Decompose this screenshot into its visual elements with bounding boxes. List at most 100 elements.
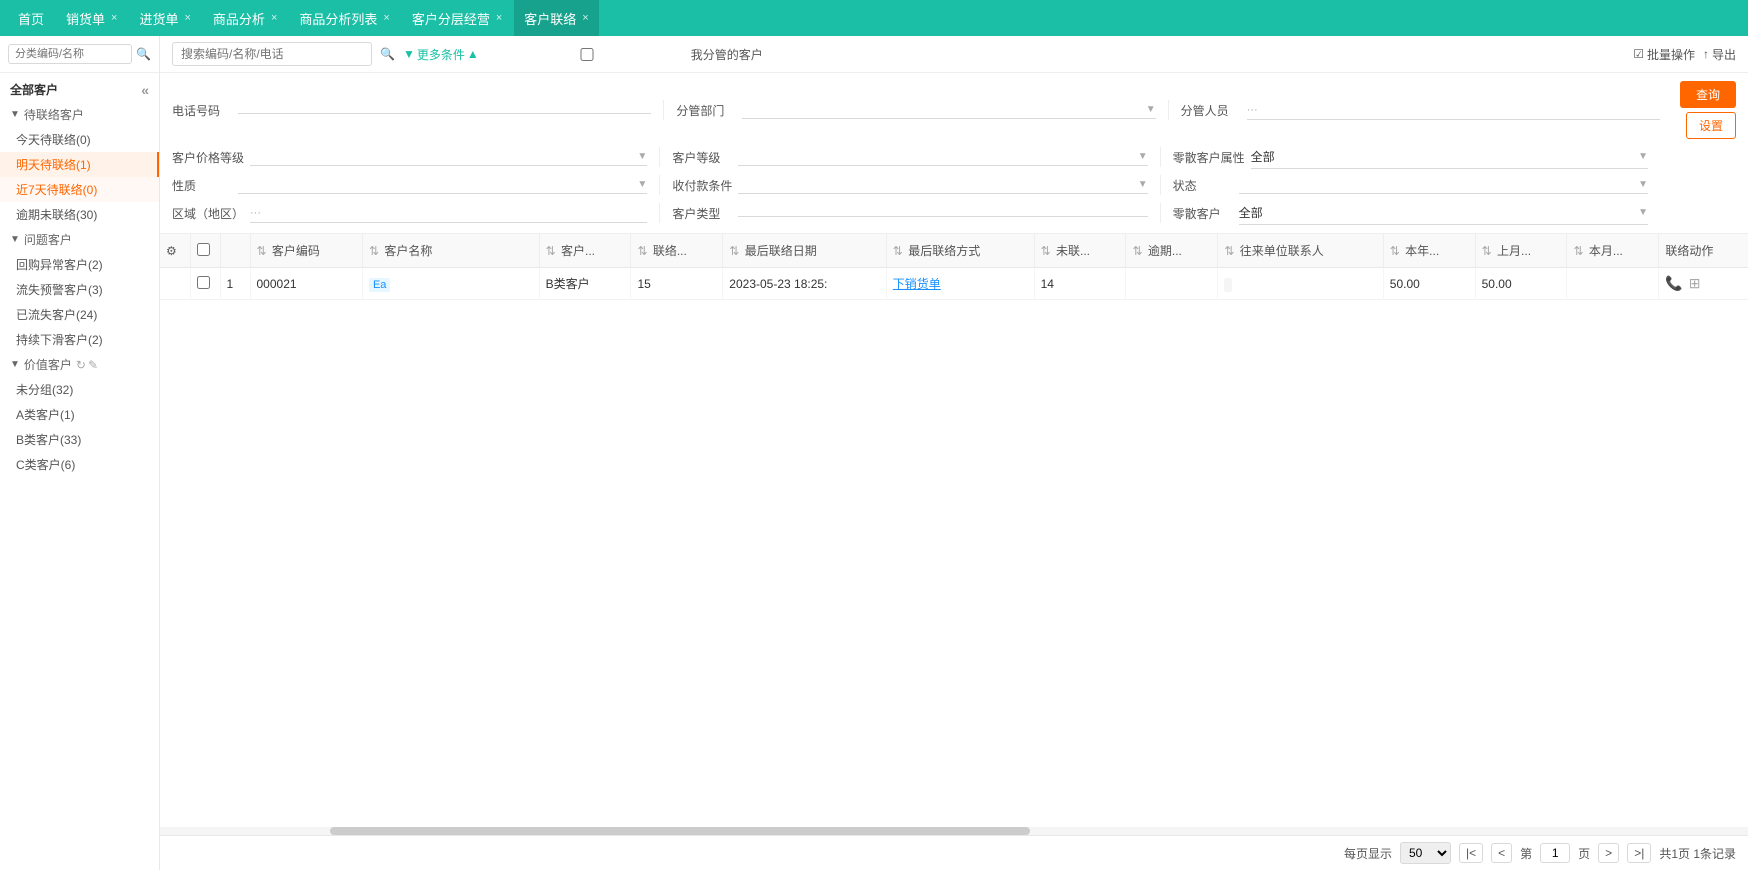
sidebar-item-class-c[interactable]: C类客户(6) xyxy=(0,452,159,477)
search-button[interactable]: 🔍 xyxy=(380,47,395,61)
filter-price-level-select[interactable]: ▼ xyxy=(250,148,647,166)
th-last-contact-method[interactable]: ⇅ 最后联络方式 xyxy=(886,234,1034,268)
close-icon[interactable]: × xyxy=(383,12,389,24)
horizontal-scrollbar[interactable] xyxy=(160,827,1748,835)
filter-region-select[interactable]: ··· xyxy=(250,204,647,223)
close-icon[interactable]: × xyxy=(271,12,277,24)
nav-purchase-order[interactable]: 进货单 × xyxy=(129,0,200,36)
filter-retail-attr-select[interactable]: 全部 ▼ xyxy=(1251,145,1648,169)
chevron-down-icon: ▼ xyxy=(1138,151,1148,162)
first-page-button[interactable]: |< xyxy=(1459,843,1483,863)
select-all-checkbox[interactable] xyxy=(197,243,210,256)
filter-customer-level-select[interactable]: ▼ xyxy=(738,148,1147,166)
sidebar-group-problem[interactable]: ▼ 问题客户 xyxy=(0,227,159,252)
filter-customer-level-label: 客户等级 xyxy=(672,149,732,166)
sort-icon: ⇅ xyxy=(1482,244,1492,258)
search-icon[interactable]: 🔍 xyxy=(136,47,151,61)
td-checkbox[interactable] xyxy=(190,268,220,300)
close-icon[interactable]: × xyxy=(496,12,502,24)
edit-icon[interactable]: ✎ xyxy=(88,358,98,372)
sidebar-item-declining[interactable]: 持续下滑客户(2) xyxy=(0,327,159,352)
sort-icon: ⇅ xyxy=(1041,244,1051,258)
filter-retail-customer-label: 零散客户 xyxy=(1173,205,1233,222)
nav-product-analysis[interactable]: 商品分析 × xyxy=(203,0,287,36)
filter-divider xyxy=(659,147,660,167)
sidebar-item-lost[interactable]: 已流失客户(24) xyxy=(0,302,159,327)
phone-action-icon[interactable]: 📞 xyxy=(1665,275,1682,292)
page-number-input[interactable] xyxy=(1540,843,1570,863)
th-last-contact-date[interactable]: ⇅ 最后联络日期 xyxy=(723,234,887,268)
main-search-input[interactable] xyxy=(172,42,372,66)
sidebar-item-ungrouped[interactable]: 未分组(32) xyxy=(0,377,159,402)
sidebar-item-tomorrow-pending[interactable]: 明天待联络(1) xyxy=(0,152,159,177)
th-overdue[interactable]: ⇅ 逾期... xyxy=(1126,234,1218,268)
nav-customer-layered[interactable]: 客户分层经营 × xyxy=(402,0,512,36)
close-icon[interactable]: × xyxy=(582,12,588,24)
nav-home[interactable]: 首页 xyxy=(8,0,54,36)
collapse-icon[interactable]: « xyxy=(141,82,149,98)
filter-customer-level: 客户等级 ▼ xyxy=(672,148,1147,166)
th-checkbox[interactable] xyxy=(190,234,220,268)
sidebar-search-area: 🔍 xyxy=(0,36,159,73)
sidebar-group-value[interactable]: ▼ 价值客户 ↻ ✎ xyxy=(0,352,159,377)
action-icons-container: 📞 ⊞ xyxy=(1665,275,1742,292)
last-page-button[interactable]: >| xyxy=(1627,843,1651,863)
sidebar-item-class-b[interactable]: B类客户(33) xyxy=(0,427,159,452)
row-checkbox[interactable] xyxy=(197,276,210,289)
sidebar-item-overdue-pending[interactable]: 逾期未联络(30) xyxy=(0,202,159,227)
nav-product-analysis-list[interactable]: 商品分析列表 × xyxy=(289,0,399,36)
filter-nature-select[interactable]: ▼ xyxy=(238,176,647,194)
th-this-month[interactable]: ⇅ 本月... xyxy=(1567,234,1659,268)
filter-customer-type-select[interactable] xyxy=(738,210,1147,217)
close-icon[interactable]: × xyxy=(111,12,117,24)
filter-icon: ▼ xyxy=(403,47,415,61)
th-this-year[interactable]: ⇅ 本年... xyxy=(1383,234,1475,268)
sidebar-item-today-pending[interactable]: 今天待联络(0) xyxy=(0,127,159,152)
sort-icon: ⇅ xyxy=(546,244,556,258)
filter-button[interactable]: ▼ 更多条件 ▲ xyxy=(403,46,479,63)
set-button[interactable]: 设置 xyxy=(1686,112,1736,139)
sidebar-item-7days-pending[interactable]: 近7天待联络(0) xyxy=(0,177,159,202)
query-button[interactable]: 查询 xyxy=(1680,81,1736,108)
filter-payment-select[interactable]: ▼ xyxy=(738,176,1147,194)
batch-operation-button[interactable]: ☑ 批量操作 xyxy=(1633,46,1695,63)
th-type[interactable]: ⇅ 客户... xyxy=(539,234,631,268)
prev-page-button[interactable]: < xyxy=(1491,843,1512,863)
th-contact-person[interactable]: ⇅ 往来单位联系人 xyxy=(1218,234,1383,268)
my-customers-checkbox-label[interactable]: 我分管的客户 xyxy=(487,46,763,63)
scrollbar-thumb[interactable] xyxy=(330,827,1030,835)
next-page-button[interactable]: > xyxy=(1598,843,1619,863)
td-type: B类客户 xyxy=(539,268,631,300)
gear-icon[interactable]: ⚙ xyxy=(166,244,177,258)
nav-sales-order[interactable]: 销货单 × xyxy=(56,0,127,36)
sidebar-item-loss-warning[interactable]: 流失预警客户(3) xyxy=(0,277,159,302)
filter-person-select[interactable]: ··· xyxy=(1247,101,1660,120)
sidebar-item-class-a[interactable]: A类客户(1) xyxy=(0,402,159,427)
sidebar: 🔍 全部客户 « ▼ 待联络客户 今天待联络(0) 明天待联络(1) 近7天待联… xyxy=(0,36,160,870)
th-name[interactable]: ⇅ 客户名称 xyxy=(362,234,539,268)
filter-status-select[interactable]: ▼ xyxy=(1239,176,1648,194)
filter-phone-input[interactable] xyxy=(238,107,651,114)
pagination-bar: 每页显示 50 100 200 |< < 第 页 > >| 共1页 1条记录 xyxy=(160,835,1748,870)
last-contact-method-link[interactable]: 下销货单 xyxy=(893,277,941,291)
refresh-icon[interactable]: ↻ xyxy=(76,358,86,372)
filter-dept-select[interactable]: ▼ xyxy=(742,101,1155,119)
th-code[interactable]: ⇅ 客户编码 xyxy=(250,234,362,268)
close-icon[interactable]: × xyxy=(184,12,190,24)
sidebar-search-input[interactable] xyxy=(8,44,132,64)
grid-action-icon[interactable]: ⊞ xyxy=(1689,275,1701,292)
sidebar-group-pending[interactable]: ▼ 待联络客户 xyxy=(0,102,159,127)
th-gear[interactable]: ⚙ xyxy=(160,234,190,268)
td-last-contact-method[interactable]: 下销货单 xyxy=(886,268,1034,300)
all-customers-header[interactable]: 全部客户 « xyxy=(0,73,159,102)
filter-dept: 分管部门 ▼ xyxy=(676,101,1155,119)
nav-customer-contact[interactable]: 客户联络 × xyxy=(514,0,598,36)
th-no-contact[interactable]: ⇅ 未联... xyxy=(1034,234,1126,268)
export-button[interactable]: ↑ 导出 xyxy=(1703,46,1736,63)
th-contact[interactable]: ⇅ 联络... xyxy=(631,234,723,268)
my-customers-checkbox[interactable] xyxy=(487,48,687,61)
sidebar-item-repurchase-abnormal[interactable]: 回购异常客户(2) xyxy=(0,252,159,277)
page-size-select[interactable]: 50 100 200 xyxy=(1400,842,1451,864)
th-last-month[interactable]: ⇅ 上月... xyxy=(1475,234,1567,268)
filter-retail-customer-select[interactable]: 全部 ▼ xyxy=(1239,201,1648,225)
